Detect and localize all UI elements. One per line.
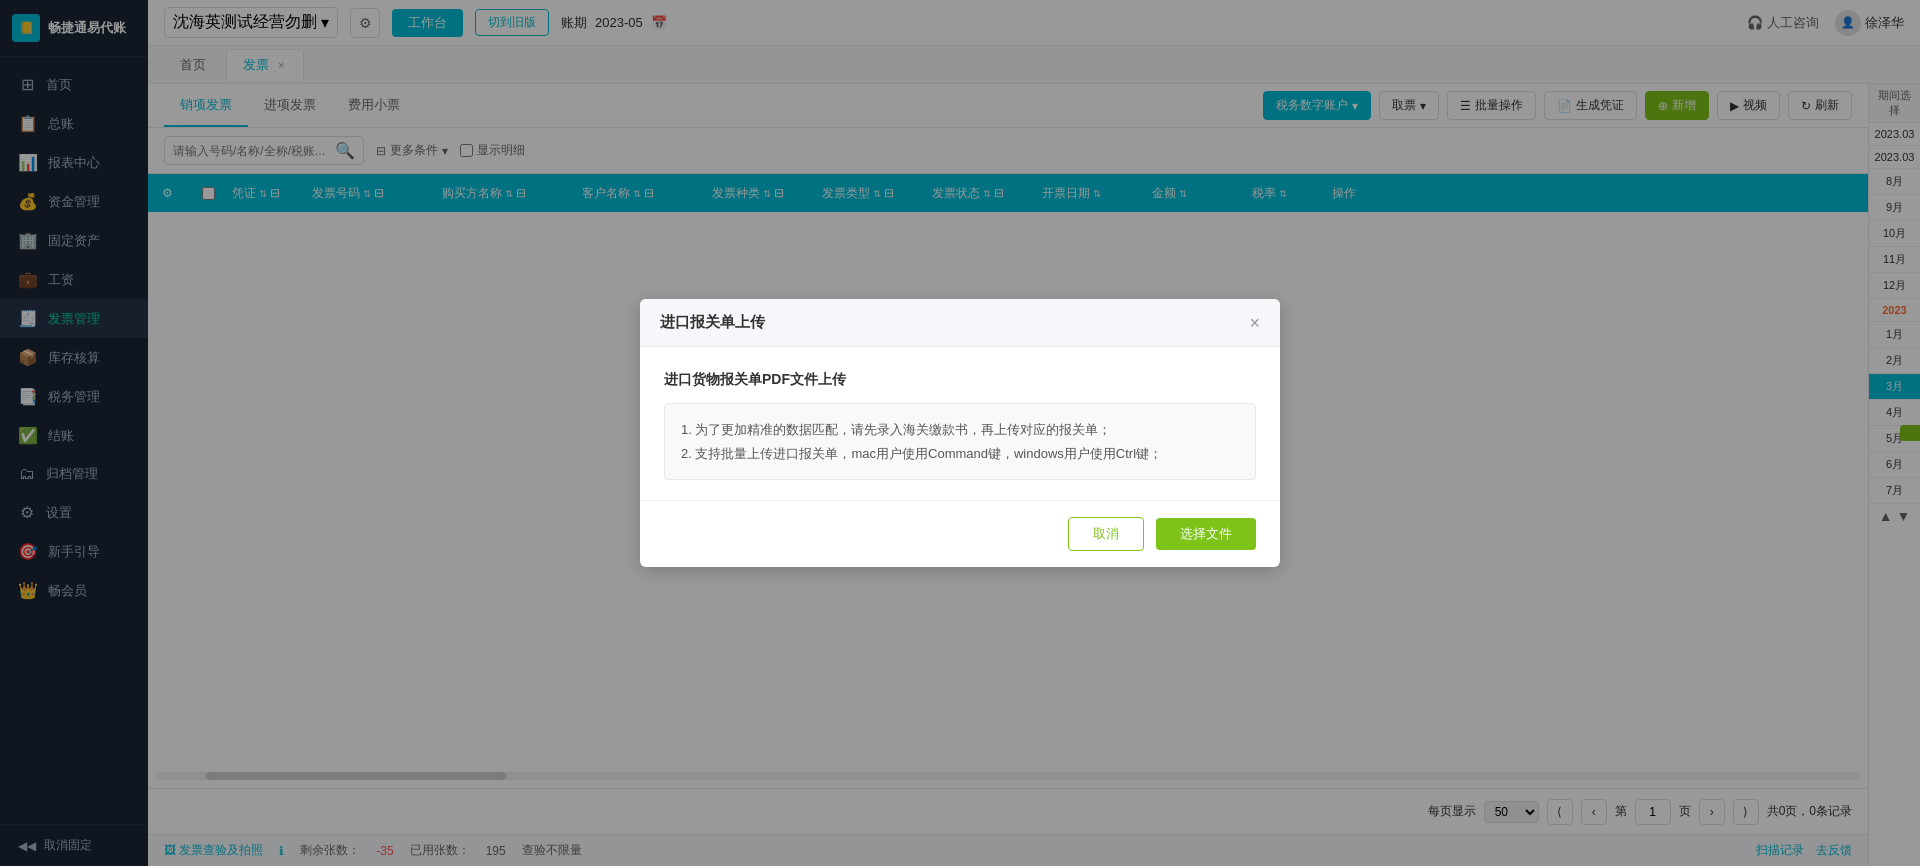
modal-header: 进口报关单上传 × [640,299,1280,347]
select-file-button[interactable]: 选择文件 [1156,518,1256,550]
info-line-2: 2. 支持批量上传进口报关单，mac用户使用Command键，windows用户… [681,442,1239,465]
import-modal: 进口报关单上传 × 进口货物报关单PDF文件上传 1. 为了更加精准的数据匹配，… [640,299,1280,567]
modal-info-box: 1. 为了更加精准的数据匹配，请先录入海关缴款书，再上传对应的报关单； 2. 支… [664,403,1256,480]
modal-title: 进口报关单上传 [660,313,765,332]
modal-close-button[interactable]: × [1249,314,1260,332]
modal-overlay: 进口报关单上传 × 进口货物报关单PDF文件上传 1. 为了更加精准的数据匹配，… [0,0,1920,866]
cancel-button[interactable]: 取消 [1068,517,1144,551]
info-line-1: 1. 为了更加精准的数据匹配，请先录入海关缴款书，再上传对应的报关单； [681,418,1239,441]
modal-body: 进口货物报关单PDF文件上传 1. 为了更加精准的数据匹配，请先录入海关缴款书，… [640,347,1280,500]
modal-footer: 取消 选择文件 [640,500,1280,567]
modal-section-title: 进口货物报关单PDF文件上传 [664,371,1256,389]
